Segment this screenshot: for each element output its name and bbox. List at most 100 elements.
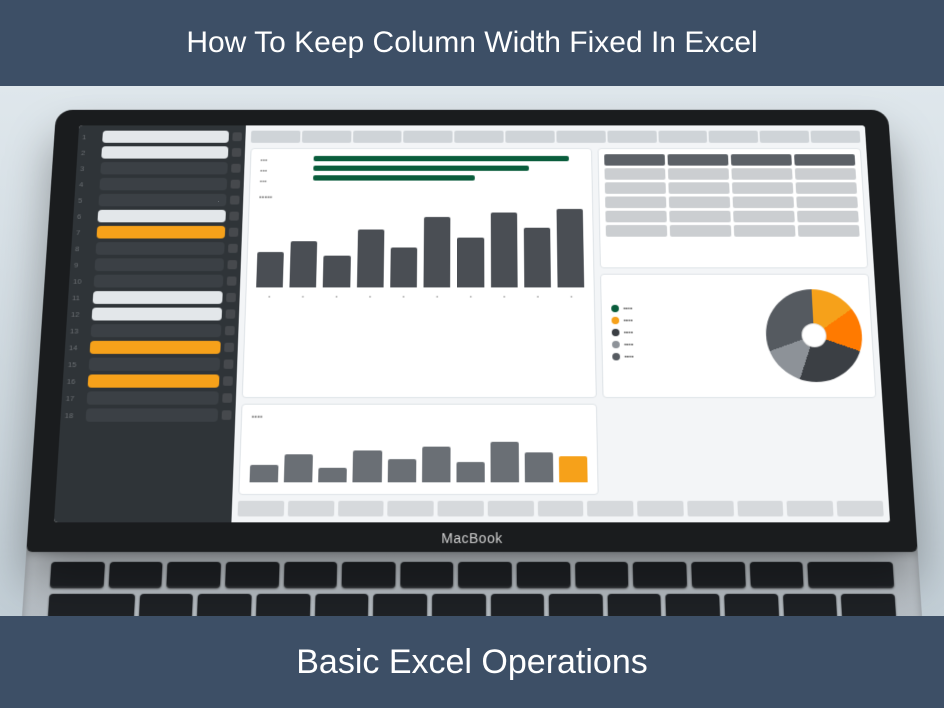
table-cell[interactable] bbox=[734, 225, 796, 237]
key[interactable] bbox=[575, 562, 629, 588]
sidebar-item[interactable] bbox=[96, 242, 225, 255]
table-header[interactable] bbox=[668, 154, 729, 165]
key[interactable] bbox=[517, 562, 571, 588]
status-bar bbox=[238, 501, 884, 517]
table-cell[interactable] bbox=[605, 197, 666, 209]
table-cell[interactable] bbox=[796, 197, 858, 209]
chart-title: ▪▪▪▪ bbox=[252, 412, 587, 421]
key[interactable] bbox=[225, 562, 279, 588]
sidebar-item[interactable] bbox=[98, 194, 226, 206]
sidebar-item[interactable] bbox=[101, 146, 228, 158]
table-header[interactable] bbox=[731, 154, 792, 165]
key[interactable] bbox=[315, 594, 369, 616]
app-screen: 1 2 3 4 5 6 7 8 9 10 11 12 13 14 15 16 1 bbox=[54, 125, 890, 522]
dashboard-main: ▪▪▪ ▪▪▪ ▪▪▪ ▪▪▪▪▪ bbox=[231, 125, 890, 522]
table-cell[interactable] bbox=[606, 225, 667, 237]
key[interactable] bbox=[373, 594, 427, 616]
sidebar-item[interactable] bbox=[99, 178, 227, 190]
bar-chart-lower bbox=[250, 425, 588, 483]
table-cell[interactable] bbox=[733, 197, 794, 209]
table-header[interactable] bbox=[794, 154, 855, 165]
sidebar-item[interactable] bbox=[94, 275, 224, 288]
pie-chart-card: ▪▪▪▪ ▪▪▪▪ ▪▪▪▪ ▪▪▪▪ ▪▪▪▪ bbox=[600, 273, 876, 398]
sidebar-item-active[interactable] bbox=[96, 226, 225, 239]
table-cell[interactable] bbox=[670, 211, 731, 223]
sidebar-item-active[interactable] bbox=[88, 374, 220, 387]
progress-bars bbox=[313, 156, 583, 188]
table-cell[interactable] bbox=[670, 225, 732, 237]
sidebar-item-active[interactable] bbox=[90, 341, 221, 354]
device-brand: MacBook bbox=[441, 530, 502, 546]
table-cell[interactable] bbox=[795, 168, 856, 179]
laptop-mockup: 1 2 3 4 5 6 7 8 9 10 11 12 13 14 15 16 1 bbox=[0, 86, 944, 616]
legend-item: ▪▪▪▪ bbox=[624, 342, 634, 349]
key[interactable] bbox=[633, 562, 687, 588]
key[interactable] bbox=[491, 594, 545, 616]
pie-chart bbox=[764, 289, 865, 382]
sidebar: 1 2 3 4 5 6 7 8 9 10 11 12 13 14 15 16 1 bbox=[54, 125, 246, 522]
bar-chart-upper bbox=[256, 205, 584, 288]
key[interactable] bbox=[50, 562, 105, 588]
table-cell[interactable] bbox=[605, 168, 666, 179]
sidebar-item[interactable] bbox=[100, 162, 227, 174]
column-headers bbox=[251, 131, 861, 143]
table-cell[interactable] bbox=[796, 182, 857, 194]
key[interactable] bbox=[108, 562, 163, 588]
pie-legend: ▪▪▪▪ ▪▪▪▪ ▪▪▪▪ ▪▪▪▪ ▪▪▪▪ bbox=[612, 305, 760, 365]
key[interactable] bbox=[167, 562, 221, 588]
chart-title: ▪▪▪▪▪ bbox=[259, 193, 583, 201]
sidebar-item[interactable] bbox=[87, 391, 219, 404]
sidebar-item[interactable] bbox=[93, 291, 223, 304]
table-cell[interactable] bbox=[797, 211, 859, 223]
legend-item: ▪▪▪▪ bbox=[623, 318, 633, 324]
metric-label: ▪▪▪ bbox=[260, 177, 302, 188]
sidebar-item[interactable] bbox=[89, 358, 221, 371]
data-table-card bbox=[598, 148, 868, 268]
metric-label: ▪▪▪ bbox=[260, 166, 302, 177]
legend-item: ▪▪▪▪ bbox=[623, 306, 633, 312]
top-banner: How To Keep Column Width Fixed In Excel bbox=[0, 0, 944, 86]
key[interactable] bbox=[48, 594, 135, 616]
sidebar-item[interactable] bbox=[92, 308, 222, 321]
table-cell[interactable] bbox=[606, 211, 667, 223]
bottom-banner-text: Basic Excel Operations bbox=[296, 643, 648, 682]
main-bar-chart-card: ▪▪▪ ▪▪▪ ▪▪▪ ▪▪▪▪▪ bbox=[242, 148, 597, 398]
key[interactable] bbox=[807, 562, 894, 588]
legend-item: ▪▪▪▪ bbox=[624, 330, 634, 336]
sidebar-item[interactable] bbox=[86, 408, 219, 421]
key[interactable] bbox=[749, 562, 803, 588]
key[interactable] bbox=[400, 562, 453, 588]
key[interactable] bbox=[432, 594, 486, 616]
key[interactable] bbox=[783, 594, 838, 616]
key[interactable] bbox=[283, 562, 337, 588]
key[interactable] bbox=[197, 594, 252, 616]
top-banner-text: How To Keep Column Width Fixed In Excel bbox=[186, 26, 757, 60]
key[interactable] bbox=[139, 594, 194, 616]
sidebar-item[interactable] bbox=[97, 210, 225, 223]
sidebar-item[interactable] bbox=[95, 258, 224, 271]
sidebar-item[interactable] bbox=[102, 131, 229, 143]
table-header[interactable] bbox=[605, 154, 666, 165]
legend-item: ▪▪▪▪ bbox=[624, 354, 634, 361]
table-cell[interactable] bbox=[733, 211, 795, 223]
key[interactable] bbox=[256, 594, 310, 616]
screen-bezel: 1 2 3 4 5 6 7 8 9 10 11 12 13 14 15 16 1 bbox=[26, 110, 917, 552]
key[interactable] bbox=[691, 562, 745, 588]
key[interactable] bbox=[342, 562, 396, 588]
table-cell[interactable] bbox=[732, 168, 793, 179]
table-cell[interactable] bbox=[798, 225, 860, 237]
table-cell[interactable] bbox=[668, 168, 729, 179]
sidebar-item[interactable] bbox=[91, 324, 222, 337]
table-cell[interactable] bbox=[669, 182, 730, 194]
key[interactable] bbox=[666, 594, 720, 616]
table-cell[interactable] bbox=[669, 197, 730, 209]
key[interactable] bbox=[607, 594, 661, 616]
key[interactable] bbox=[724, 594, 779, 616]
metric-label: ▪▪▪ bbox=[260, 156, 302, 167]
key[interactable] bbox=[841, 594, 896, 616]
bottom-banner: Basic Excel Operations bbox=[0, 616, 944, 708]
table-cell[interactable] bbox=[732, 182, 793, 194]
table-cell[interactable] bbox=[605, 182, 666, 194]
key[interactable] bbox=[458, 562, 511, 588]
key[interactable] bbox=[549, 594, 603, 616]
